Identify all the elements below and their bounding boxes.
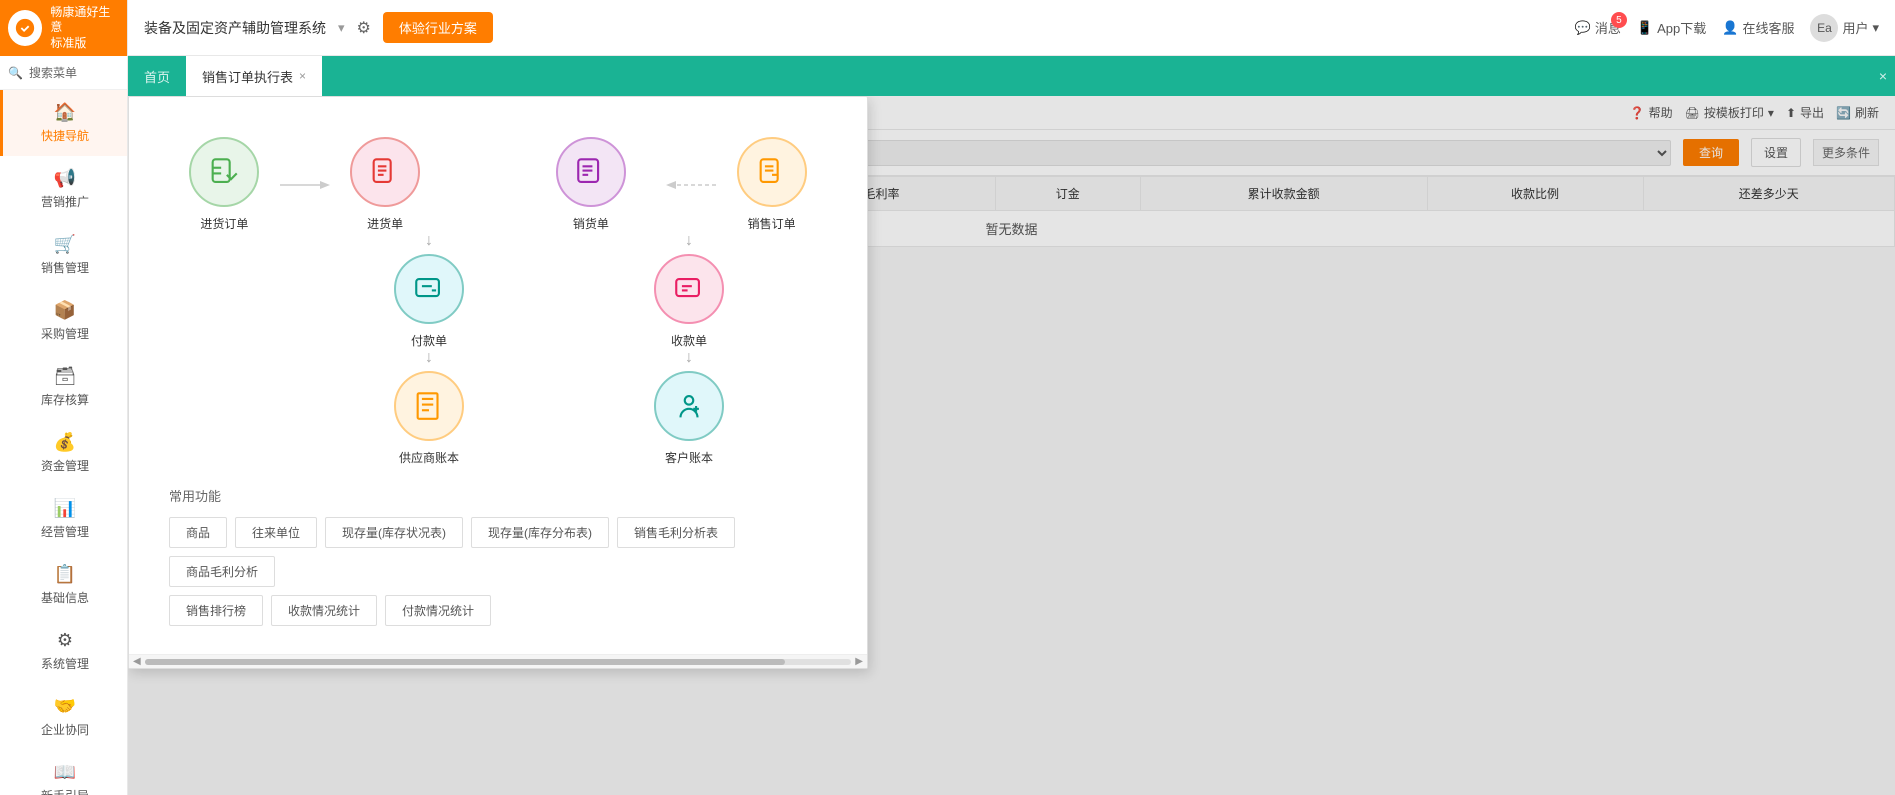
sidebar-item-inventory[interactable]: 🗃 库存核算 [0,354,127,420]
supplier-ledger-label: 供应商账本 [399,449,459,466]
purchase-order-label: 进货订单 [200,215,248,232]
flow-sales-invoice[interactable]: 销货单 [535,137,646,232]
func-btn-sales-profit[interactable]: 销售毛利分析表 [617,517,735,548]
func-btn-payment-stats[interactable]: 付款情况统计 [385,595,491,626]
logo-text: 畅康通好生意 标准版 [50,5,119,52]
sidebar-item-basic-info[interactable]: 📋 基础信息 [0,552,127,618]
flow-receipt-slip[interactable]: 收款单 [619,254,759,349]
flow-purchase-receipt[interactable]: 进货单 [330,137,441,232]
receipt-slip-circle [654,254,724,324]
tab-sales-order[interactable]: 销售订单执行表 × [186,56,322,96]
purchase-receipt-label: 进货单 [367,215,403,232]
func-btn-sales-rank[interactable]: 销售排行榜 [169,595,263,626]
payment-slip-circle [394,254,464,324]
sidebar-item-system[interactable]: ⚙ 系统管理 [0,618,127,684]
purchase-order-circle [189,137,259,207]
scroll-right-icon[interactable]: ▶ [855,656,863,667]
customer-ledger-circle [654,371,724,441]
tab-bar-close-icon[interactable]: × [1879,68,1887,84]
arrow-si-from-so [646,178,716,232]
func-btn-stock-status[interactable]: 现存量(库存状况表) [325,517,463,548]
service-icon: 👤 [1722,20,1738,36]
trial-button[interactable]: 体验行业方案 [383,12,493,43]
sidebar-item-operations[interactable]: 📊 经营管理 [0,486,127,552]
basic-info-icon: 📋 [54,564,76,585]
tab-home[interactable]: 首页 [128,56,186,96]
flow-customer-ledger[interactable]: 客户账本 [619,371,759,466]
message-badge: 5 [1611,12,1627,28]
main-area: 装备及固定资产辅助管理系统 ▾ ⚙ 体验行业方案 💬 消息 5 📱 App下载 … [128,0,1895,795]
purchase-icon: 📦 [54,300,76,321]
app-download-btn[interactable]: 📱 App下载 [1637,18,1706,37]
search-icon: 🔍 [8,66,23,80]
sales-icon: 🛒 [54,234,76,255]
search-menu[interactable]: 🔍 搜索菜单 [0,56,127,90]
arrow-po-to-pr [280,178,330,232]
func-btn-product-profit[interactable]: 商品毛利分析 [169,556,275,587]
system-icon: ⚙ [57,630,73,651]
online-service-btn[interactable]: 👤 在线客服 [1722,18,1794,37]
user-avatar: Ea [1810,14,1838,42]
tab-bar: 首页 销售订单执行表 × × [128,56,1895,96]
system-title: 装备及固定资产辅助管理系统 [144,18,326,38]
system-dropdown[interactable]: ▾ [338,20,345,36]
sales-order-label: 销售订单 [748,215,796,232]
sidebar-item-enterprise[interactable]: 🤝 企业协同 [0,684,127,750]
sidebar-item-quick-nav[interactable]: 🏠 快捷导航 [0,90,127,156]
sidebar-item-finance[interactable]: 💰 资金管理 [0,420,127,486]
customer-ledger-label: 客户账本 [665,449,713,466]
settings-gear-icon[interactable]: ⚙ [357,18,371,38]
sidebar-item-marketing[interactable]: 📢 营销推广 [0,156,127,222]
operations-icon: 📊 [54,498,76,519]
common-funcs-title: 常用功能 [169,486,827,505]
enterprise-icon: 🤝 [54,696,76,717]
sidebar-item-purchase[interactable]: 📦 采购管理 [0,288,127,354]
message-icon: 💬 [1575,20,1591,36]
user-menu[interactable]: Ea 用户 ▾ [1810,14,1879,42]
flow-supplier-ledger[interactable]: 供应商账本 [359,371,499,466]
header-right: 💬 消息 5 📱 App下载 👤 在线客服 Ea 用户 ▾ [1575,14,1879,42]
func-btn-product[interactable]: 商品 [169,517,227,548]
newbie-icon: 📖 [54,762,76,783]
sidebar-nav: 🏠 快捷导航 📢 营销推广 🛒 销售管理 📦 采购管理 🗃 库存核算 💰 [0,90,127,795]
home-icon: 🏠 [54,102,76,123]
func-btn-receipt-stats[interactable]: 收款情况统计 [271,595,377,626]
scrollbar-track[interactable] [145,659,852,665]
tab-close-icon[interactable]: × [299,69,306,83]
popup-scrollbar: ◀ ▶ [129,654,867,668]
sidebar: 畅康通好生意 标准版 🔍 搜索菜单 🏠 快捷导航 📢 营销推广 🛒 销售管理 📦 [0,0,128,795]
scroll-left-icon[interactable]: ◀ [133,656,141,667]
sales-invoice-circle [556,137,626,207]
common-funcs: 常用功能 商品 往来单位 现存量(库存状况表) 现存量(库存分布表) 销售毛利分… [129,486,867,654]
supplier-ledger-circle [394,371,464,441]
func-btn-partner[interactable]: 往来单位 [235,517,317,548]
download-icon: 📱 [1637,20,1653,36]
user-dropdown-icon: ▾ [1872,20,1879,36]
content-area: ❓ 帮助 🖨 按模板打印 ▾ ⬆ 导出 🔄 [128,96,1895,795]
scrollbar-thumb[interactable] [145,659,785,665]
flow-sales-order[interactable]: 销售订单 [716,137,827,232]
sidebar-item-sales[interactable]: 🛒 销售管理 [0,222,127,288]
flow-payment-slip[interactable]: 付款单 [359,254,499,349]
top-header: 装备及固定资产辅助管理系统 ▾ ⚙ 体验行业方案 💬 消息 5 📱 App下载 … [128,0,1895,56]
payment-slip-label: 付款单 [411,332,447,349]
sidebar-item-newbie[interactable]: 📖 新手引导 [0,750,127,795]
marketing-icon: 📢 [54,168,76,189]
purchase-receipt-circle [350,137,420,207]
inventory-icon: 🗃 [54,366,77,387]
flow-area: 进货订单 进货单 [129,97,867,486]
logo-icon [8,10,42,46]
finance-icon: 💰 [54,432,76,453]
sales-invoice-label: 销货单 [573,215,609,232]
popup-box: 进货订单 进货单 [128,96,868,669]
message-btn[interactable]: 💬 消息 5 [1575,18,1621,37]
sales-order-circle [737,137,807,207]
app-logo: 畅康通好生意 标准版 [0,0,127,56]
func-row-2: 销售排行榜 收款情况统计 付款情况统计 [169,595,827,626]
func-btn-stock-dist[interactable]: 现存量(库存分布表) [471,517,609,548]
flow-purchase-order[interactable]: 进货订单 [169,137,280,232]
func-row-1: 商品 往来单位 现存量(库存状况表) 现存量(库存分布表) 销售毛利分析表 商品… [169,517,827,587]
receipt-slip-label: 收款单 [671,332,707,349]
